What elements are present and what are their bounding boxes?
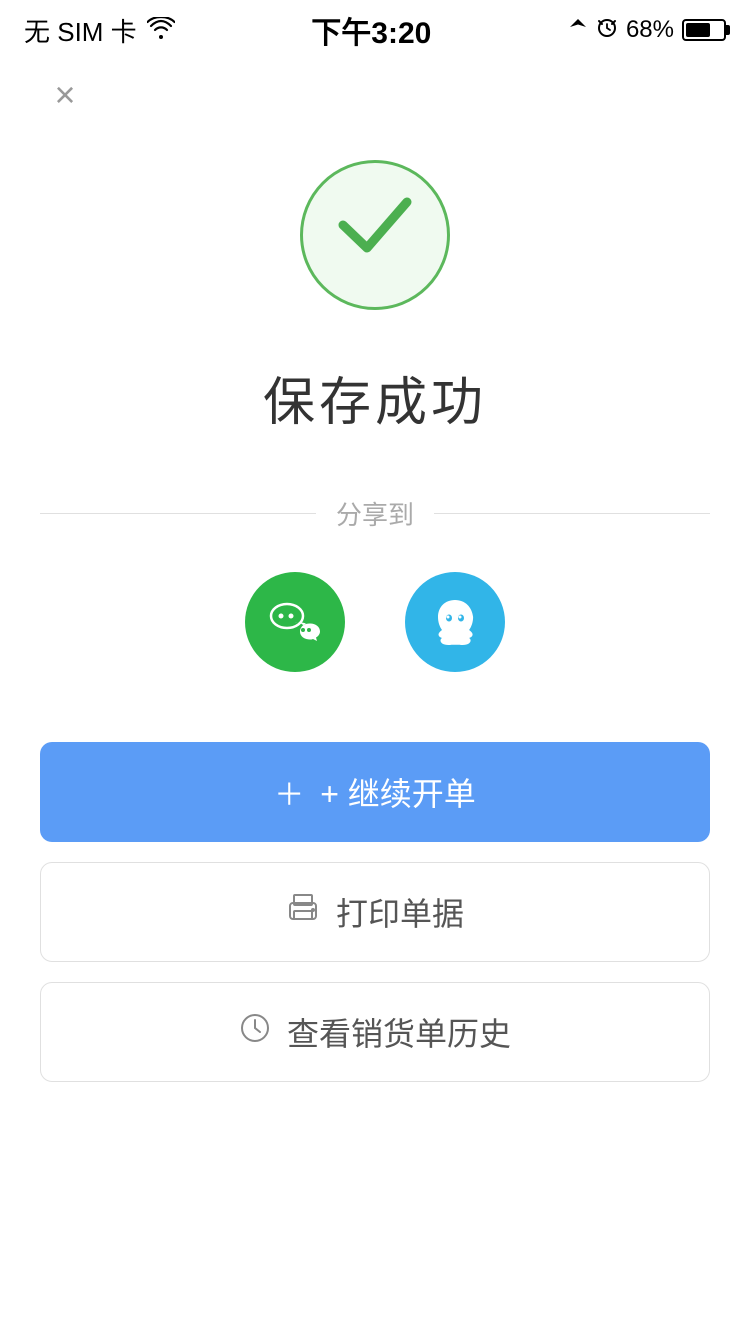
close-button[interactable]: × xyxy=(40,70,90,120)
status-left: 无 SIM 卡 xyxy=(24,12,175,49)
printer-icon xyxy=(286,893,320,931)
print-button[interactable]: 打印单据 xyxy=(40,862,710,962)
status-bar: 无 SIM 卡 下午3:20 68% xyxy=(0,0,750,60)
sim-text: 无 SIM 卡 xyxy=(24,12,137,49)
share-divider: 分享到 xyxy=(40,495,710,532)
continue-order-label: + 继续开单 xyxy=(320,769,476,815)
battery-icon xyxy=(682,19,726,41)
divider-line-right xyxy=(434,513,710,514)
checkmark-icon xyxy=(335,190,415,273)
success-circle xyxy=(300,160,450,310)
location-icon xyxy=(568,16,588,44)
success-title: 保存成功 xyxy=(263,360,487,435)
history-label: 查看销货单历史 xyxy=(287,1009,511,1055)
share-icons xyxy=(245,572,505,672)
view-history-button[interactable]: 查看销货单历史 xyxy=(40,982,710,1082)
share-label: 分享到 xyxy=(336,495,414,532)
action-buttons: ＋ + 继续开单 打印单据 查看销货单历史 xyxy=(40,742,710,1082)
alarm-icon xyxy=(596,16,618,45)
print-label: 打印单据 xyxy=(336,889,464,935)
continue-order-button[interactable]: ＋ + 继续开单 xyxy=(40,742,710,842)
battery-percent: 68% xyxy=(626,16,674,44)
close-icon: × xyxy=(54,77,75,113)
wechat-icon xyxy=(265,592,325,652)
qq-icon xyxy=(425,592,485,652)
main-content: 保存成功 分享到 xyxy=(0,60,750,1122)
divider-line-left xyxy=(40,513,316,514)
status-time: 下午3:20 xyxy=(311,8,431,52)
wechat-share-button[interactable] xyxy=(245,572,345,672)
wifi-icon xyxy=(147,15,175,46)
status-right: 68% xyxy=(568,16,726,45)
clock-icon xyxy=(239,1012,271,1052)
plus-icon: ＋ xyxy=(274,770,304,814)
qq-share-button[interactable] xyxy=(405,572,505,672)
